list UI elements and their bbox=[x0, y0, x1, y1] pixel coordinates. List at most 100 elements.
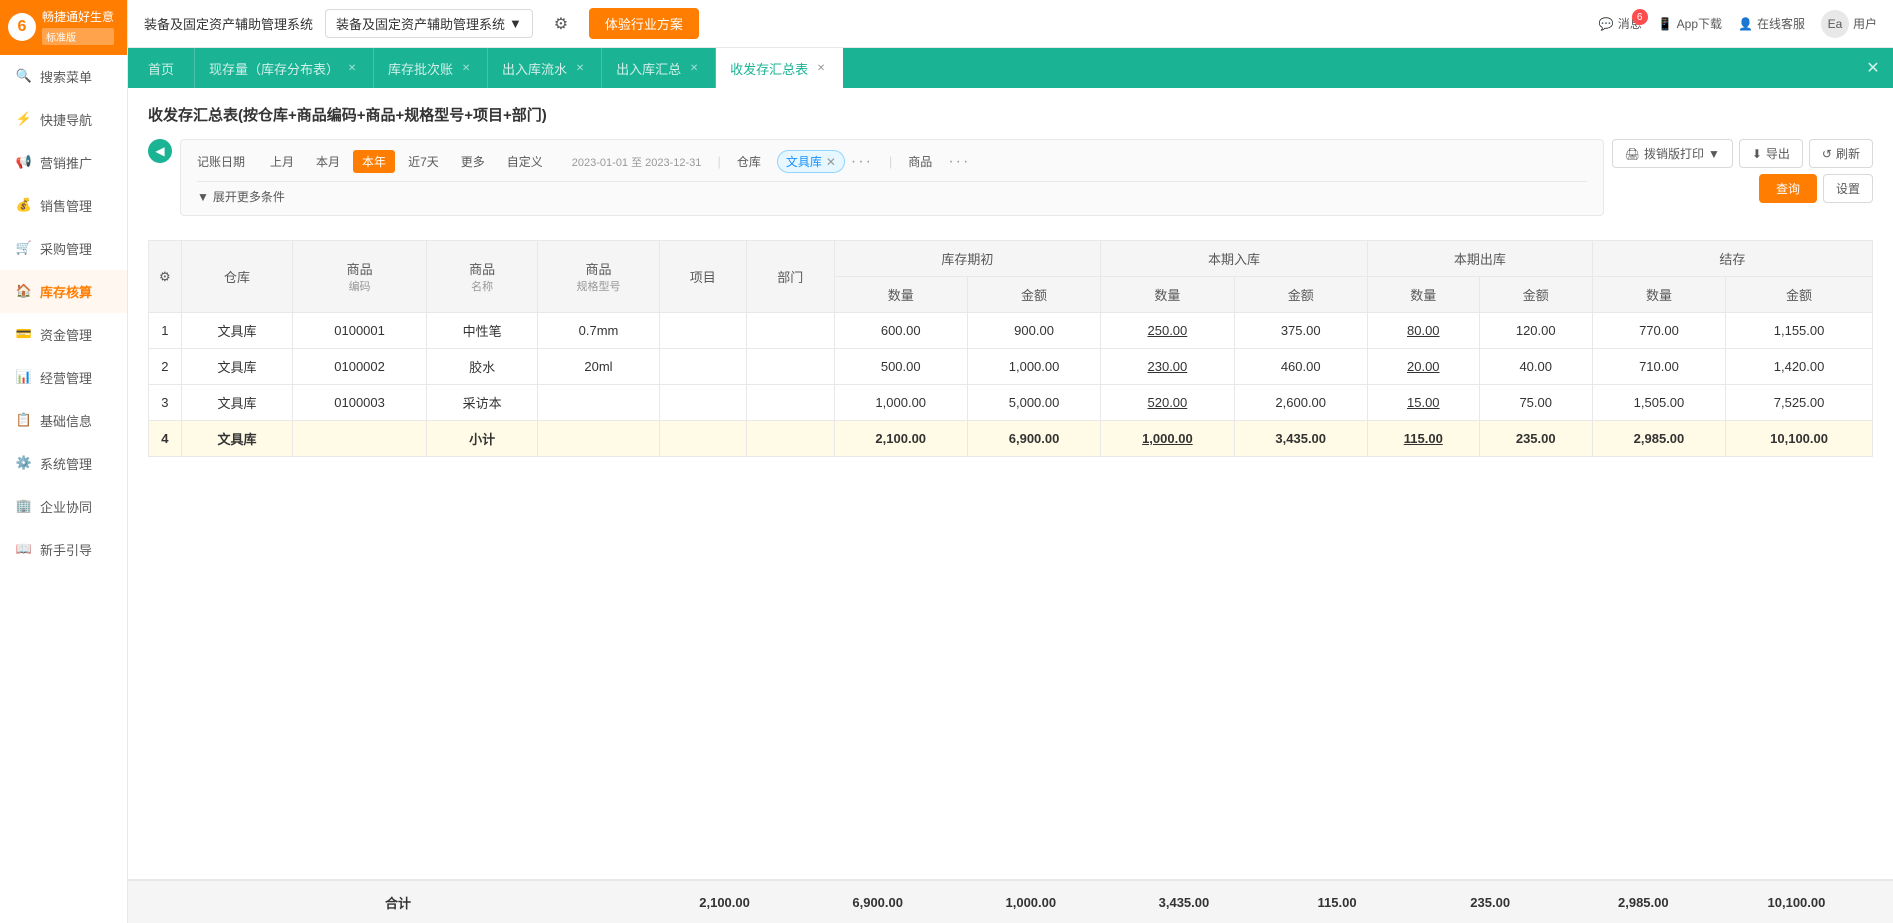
cell-out-qty[interactable]: 115.00 bbox=[1367, 421, 1479, 457]
tabbar: 首页 现存量（库存分布表） ✕ 库存批次账 ✕ 出入库流水 ✕ 出入库汇总 ✕ … bbox=[128, 48, 1893, 88]
warehouse-filter-more[interactable]: ··· bbox=[851, 153, 873, 171]
cell-spec: 20ml bbox=[538, 349, 659, 385]
trial-button[interactable]: 体验行业方案 bbox=[589, 8, 699, 39]
finance-icon: 💳 bbox=[16, 326, 32, 342]
tab-batch[interactable]: 库存批次账 ✕ bbox=[374, 48, 488, 88]
cell-out-qty[interactable]: 15.00 bbox=[1367, 385, 1479, 421]
filter-bar: 记账日期 上月 本月 本年 近7天 更多 自定义 2023-01-01 至 20… bbox=[180, 139, 1604, 216]
tab-close-icon[interactable]: ✕ bbox=[459, 61, 473, 75]
sidebar-item-sales[interactable]: 💰 销售管理 bbox=[0, 184, 127, 227]
filter-divider-2: | bbox=[889, 154, 892, 169]
cell-project bbox=[659, 313, 747, 349]
footer-label: 合计 bbox=[148, 893, 648, 912]
guide-icon: 📖 bbox=[16, 541, 32, 557]
th-opening-group: 库存期初 bbox=[834, 241, 1101, 277]
sidebar-item-quick[interactable]: ⚡ 快捷导航 bbox=[0, 98, 127, 141]
refresh-button[interactable]: ↺ 刷新 bbox=[1809, 139, 1873, 168]
tab-close-icon[interactable]: ✕ bbox=[814, 61, 828, 75]
user-avatar: Ea bbox=[1821, 10, 1849, 38]
date-btn-7days[interactable]: 近7天 bbox=[399, 150, 448, 173]
date-btn-last-month[interactable]: 上月 bbox=[261, 150, 303, 173]
collapse-arrow[interactable]: ◀ bbox=[148, 139, 172, 163]
sidebar-item-guide[interactable]: 📖 新手引导 bbox=[0, 528, 127, 571]
cell-out-qty[interactable]: 80.00 bbox=[1367, 313, 1479, 349]
cell-balance-qty: 1,505.00 bbox=[1592, 385, 1725, 421]
cell-out-qty[interactable]: 20.00 bbox=[1367, 349, 1479, 385]
sidebar-item-enterprise[interactable]: 🏢 企业协同 bbox=[0, 485, 127, 528]
sidebar-item-basic[interactable]: 📋 基础信息 bbox=[0, 399, 127, 442]
sidebar-item-inventory[interactable]: 🏠 库存核算 bbox=[0, 270, 127, 313]
table-settings-button[interactable]: 设置 bbox=[1823, 174, 1873, 203]
query-button[interactable]: 查询 bbox=[1759, 174, 1817, 203]
sidebar-nav: 🔍 搜索菜单 ⚡ 快捷导航 📢 营销推广 💰 销售管理 🛒 采购管理 🏠 库存核… bbox=[0, 55, 127, 923]
table-row: 3 文具库 0100003 采访本 1,000.00 5,000.00 520.… bbox=[149, 385, 1873, 421]
sidebar-item-label: 新手引导 bbox=[40, 540, 92, 559]
th-opening-amt: 金额 bbox=[967, 277, 1100, 313]
goods-filter-label: 商品 bbox=[908, 153, 932, 170]
action-buttons: 🖨 拨销版打印 ▼ ⬇ 导出 ↺ 刷新 bbox=[1612, 139, 1873, 203]
tab-close-icon[interactable]: ✕ bbox=[345, 61, 359, 75]
export-icon: ⬇ bbox=[1752, 147, 1762, 161]
message-action[interactable]: 💬 消息 6 bbox=[1599, 15, 1642, 32]
tab-label: 出入库流水 bbox=[502, 59, 567, 78]
tab-receive-send[interactable]: 收发存汇总表 ✕ bbox=[716, 48, 843, 88]
tabbar-close-button[interactable]: ✕ bbox=[1853, 48, 1893, 88]
footer-balance-qty: 2,985.00 bbox=[1567, 895, 1720, 910]
tab-flow[interactable]: 出入库流水 ✕ bbox=[488, 48, 602, 88]
cell-name: 中性笔 bbox=[426, 313, 538, 349]
sidebar-item-search[interactable]: 🔍 搜索菜单 bbox=[0, 55, 127, 98]
goods-filter-more[interactable]: ··· bbox=[948, 153, 970, 171]
system-dropdown[interactable]: 装备及固定资产辅助管理系统 ▼ bbox=[325, 9, 533, 38]
date-btn-this-year[interactable]: 本年 bbox=[353, 150, 395, 173]
footer-balance-amt: 10,100.00 bbox=[1720, 895, 1873, 910]
print-button[interactable]: 🖨 拨销版打印 ▼ bbox=[1612, 139, 1733, 168]
th-in-qty: 数量 bbox=[1101, 277, 1234, 313]
tab-summary[interactable]: 出入库汇总 ✕ bbox=[602, 48, 716, 88]
system-name: 装备及固定资产辅助管理系统 bbox=[144, 14, 313, 33]
expand-more-conditions[interactable]: ▼ 展开更多条件 bbox=[197, 181, 1587, 205]
date-btn-more[interactable]: 更多 bbox=[452, 150, 494, 173]
cell-in-qty[interactable]: 230.00 bbox=[1101, 349, 1234, 385]
sidebar: 6 畅捷通好生意 标准版 🔍 搜索菜单 ⚡ 快捷导航 📢 营销推广 💰 销售管理… bbox=[0, 0, 128, 923]
date-btn-custom[interactable]: 自定义 bbox=[498, 150, 552, 173]
service-action[interactable]: 👤 在线客服 bbox=[1738, 15, 1805, 32]
sidebar-item-label: 库存核算 bbox=[40, 282, 92, 301]
cell-in-qty[interactable]: 1,000.00 bbox=[1101, 421, 1234, 457]
page-container: 收发存汇总表(按仓库+商品编码+商品+规格型号+项目+部门) ◀ 记账日期 上月… bbox=[128, 88, 1893, 879]
cell-opening-qty: 1,000.00 bbox=[834, 385, 967, 421]
sidebar-item-marketing[interactable]: 📢 营销推广 bbox=[0, 141, 127, 184]
tab-close-icon[interactable]: ✕ bbox=[687, 61, 701, 75]
cell-in-qty[interactable]: 250.00 bbox=[1101, 313, 1234, 349]
topbar-right: 💬 消息 6 📱 App下载 👤 在线客服 Ea 用户 bbox=[1599, 10, 1877, 38]
th-settings[interactable]: ⚙ bbox=[149, 241, 182, 313]
th-project: 项目 bbox=[659, 241, 747, 313]
th-out-group: 本期出库 bbox=[1367, 241, 1592, 277]
chevron-down-icon: ▼ bbox=[509, 16, 522, 31]
th-balance-amt: 金额 bbox=[1726, 277, 1873, 313]
cell-in-amt: 460.00 bbox=[1234, 349, 1367, 385]
sidebar-item-finance[interactable]: 💳 资金管理 bbox=[0, 313, 127, 356]
cell-in-qty[interactable]: 520.00 bbox=[1101, 385, 1234, 421]
sidebar-item-operation[interactable]: 📊 经营管理 bbox=[0, 356, 127, 399]
cell-balance-amt: 7,525.00 bbox=[1726, 385, 1873, 421]
cell-warehouse: 文具库 bbox=[181, 385, 293, 421]
settings-icon[interactable]: ⚙ bbox=[545, 8, 577, 40]
user-action[interactable]: Ea 用户 bbox=[1821, 10, 1877, 38]
date-btn-this-month[interactable]: 本月 bbox=[307, 150, 349, 173]
cell-spec bbox=[538, 421, 659, 457]
export-button[interactable]: ⬇ 导出 bbox=[1739, 139, 1803, 168]
subtotal-row: 4 文具库 小计 2,100.00 6,900.00 1,000.00 3,43… bbox=[149, 421, 1873, 457]
tab-label: 出入库汇总 bbox=[616, 59, 681, 78]
sidebar-header: 6 畅捷通好生意 标准版 bbox=[0, 0, 127, 55]
app-download-action[interactable]: 📱 App下载 bbox=[1658, 15, 1722, 32]
tab-close-icon[interactable]: ✕ bbox=[573, 61, 587, 75]
print-icon: 🖨 bbox=[1625, 147, 1640, 161]
cell-code: 0100003 bbox=[293, 385, 426, 421]
tab-inventory-dist[interactable]: 现存量（库存分布表） ✕ bbox=[195, 48, 374, 88]
sidebar-item-purchase[interactable]: 🛒 采购管理 bbox=[0, 227, 127, 270]
tab-home[interactable]: 首页 bbox=[128, 48, 195, 88]
cell-balance-amt: 1,420.00 bbox=[1726, 349, 1873, 385]
sidebar-item-system[interactable]: ⚙️ 系统管理 bbox=[0, 442, 127, 485]
footer-opening-qty: 2,100.00 bbox=[648, 895, 801, 910]
warehouse-tag-close-icon[interactable]: ✕ bbox=[826, 155, 836, 169]
